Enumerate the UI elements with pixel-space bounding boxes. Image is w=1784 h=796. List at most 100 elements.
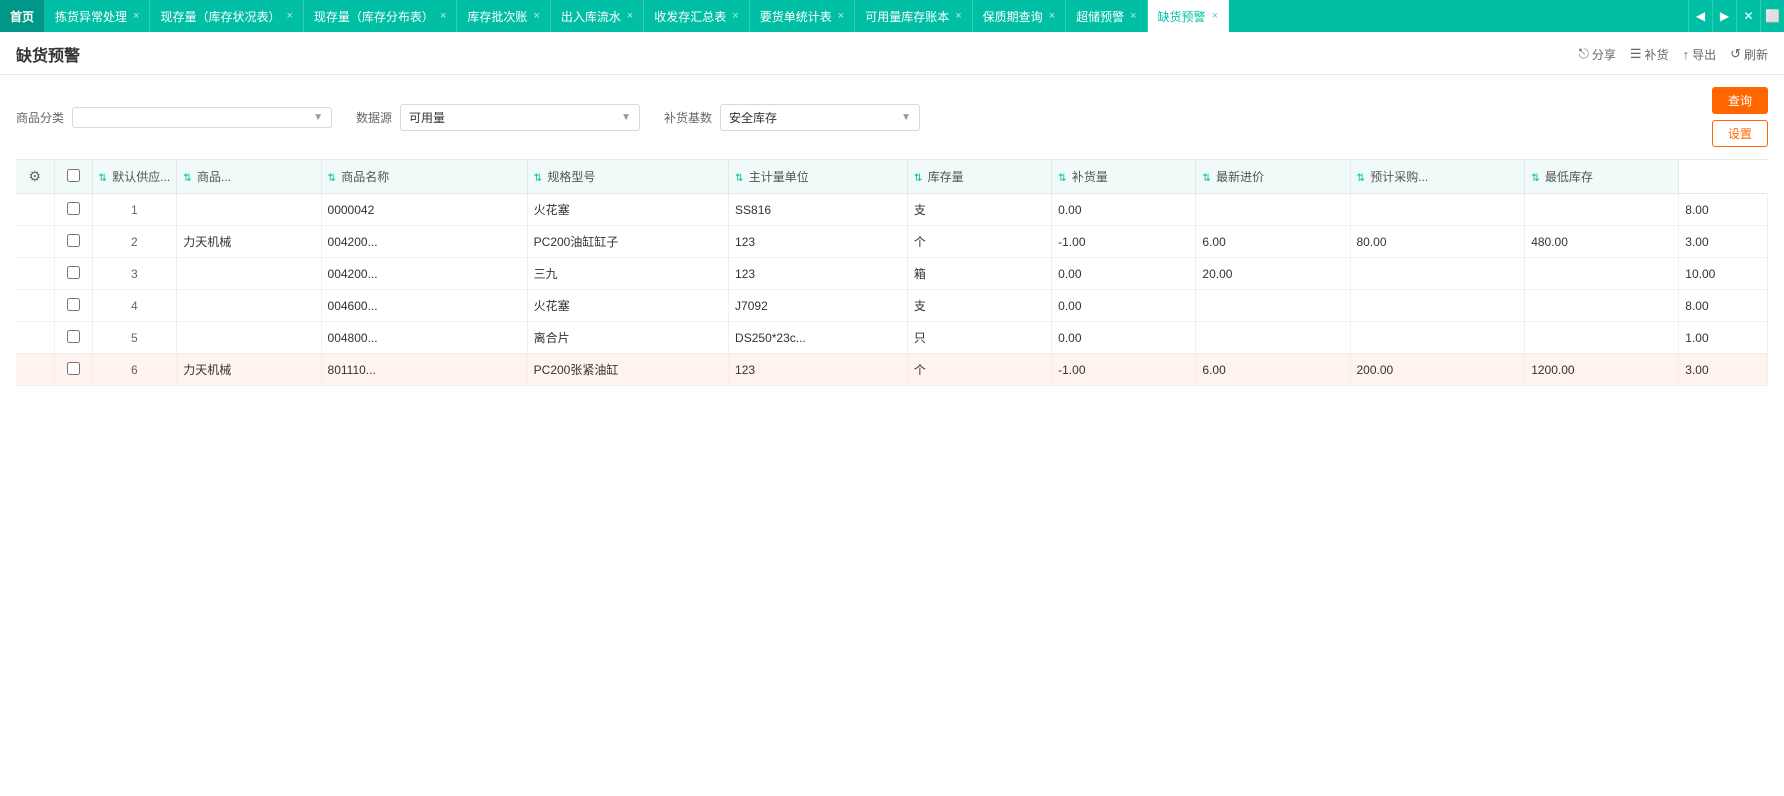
- tab-order-stat[interactable]: 要货单统计表 ×: [750, 0, 855, 32]
- close-icon[interactable]: ×: [533, 10, 539, 22]
- row-checkbox-cell[interactable]: [54, 258, 92, 290]
- replenish-label: 补货: [1645, 46, 1669, 63]
- select-all-checkbox[interactable]: [67, 169, 80, 182]
- close-icon[interactable]: ×: [133, 10, 139, 22]
- col-product-code[interactable]: ⇅ 商品...: [177, 160, 321, 194]
- close-icon[interactable]: ×: [1049, 10, 1055, 22]
- tab-recv-summary[interactable]: 收发存汇总表 ×: [644, 0, 749, 32]
- row-replenish-qty: [1196, 290, 1350, 322]
- gear-column-header[interactable]: ⚙: [16, 160, 54, 194]
- tab-expiry-query[interactable]: 保质期查询 ×: [973, 0, 1066, 32]
- tab-home[interactable]: 首页: [0, 0, 45, 32]
- tab-stock-dist[interactable]: 现存量（库存分布表） ×: [304, 0, 457, 32]
- export-label: 导出: [1692, 46, 1716, 63]
- row-default-supplier: 力天机械: [177, 226, 321, 258]
- col-unit[interactable]: ⇅ 主计量单位: [729, 160, 908, 194]
- row-checkbox-cell[interactable]: [54, 226, 92, 258]
- row-checkbox[interactable]: [67, 266, 80, 279]
- row-product-name: 火花塞: [527, 194, 728, 226]
- page-header: 缺货预警 ⎋ 分享 ☰ 补货 ↑ 导出 ↺ 刷新: [0, 32, 1784, 75]
- col-label: 库存量: [928, 170, 964, 184]
- replenish-button[interactable]: ☰ 补货: [1630, 46, 1669, 63]
- col-label: 规格型号: [547, 170, 595, 184]
- row-gear-cell: [16, 322, 54, 354]
- row-stock-qty: -1.00: [1052, 354, 1196, 386]
- row-checkbox-cell[interactable]: [54, 354, 92, 386]
- close-icon[interactable]: ×: [955, 10, 961, 22]
- datasource-select-value: 可用量: [409, 109, 445, 126]
- category-filter-group: 商品分类 ▼: [16, 107, 332, 128]
- row-spec: 123: [729, 226, 908, 258]
- tab-next-button[interactable]: ▶: [1712, 0, 1736, 32]
- table-row: 6 力天机械 801110... PC200张紧油缸 123 个 -1.00 6…: [16, 354, 1768, 386]
- col-min-stock[interactable]: ⇅ 最低库存: [1525, 160, 1679, 194]
- row-latest-price: [1350, 194, 1525, 226]
- row-checkbox[interactable]: [67, 234, 80, 247]
- tab-label: 拣货异常处理: [55, 8, 127, 25]
- tab-shortage[interactable]: 缺货预警 ×: [1148, 0, 1229, 32]
- row-est-purchase: [1525, 258, 1679, 290]
- close-icon[interactable]: ×: [627, 10, 633, 22]
- row-product-code: 0000042: [321, 194, 527, 226]
- close-icon[interactable]: ×: [286, 10, 292, 22]
- tab-overstock[interactable]: 超储预警 ×: [1066, 0, 1147, 32]
- row-number: 2: [92, 226, 177, 258]
- col-stock-qty[interactable]: ⇅ 库存量: [907, 160, 1051, 194]
- col-est-purchase[interactable]: ⇅ 预计采购...: [1350, 160, 1525, 194]
- tab-stock-status[interactable]: 现存量（库存状况表） ×: [150, 0, 303, 32]
- category-select[interactable]: ▼: [72, 107, 332, 128]
- tab-bar: 首页 拣货异常处理 × 现存量（库存状况表） × 现存量（库存分布表） × 库存…: [0, 0, 1784, 32]
- datasource-select[interactable]: 可用量 ▼: [400, 104, 640, 131]
- row-checkbox[interactable]: [67, 298, 80, 311]
- close-icon[interactable]: ×: [440, 10, 446, 22]
- tab-label: 库存批次账: [467, 8, 527, 25]
- col-spec[interactable]: ⇅ 规格型号: [527, 160, 728, 194]
- replenish-basis-select[interactable]: 安全库存 ▼: [720, 104, 920, 131]
- tab-label: 现存量（库存分布表）: [314, 8, 434, 25]
- settings-button[interactable]: 设置: [1712, 120, 1768, 147]
- sort-icon: ⇅: [534, 173, 542, 184]
- sort-icon: ⇅: [914, 173, 922, 184]
- col-product-name[interactable]: ⇅ 商品名称: [321, 160, 527, 194]
- row-latest-price: 80.00: [1350, 226, 1525, 258]
- table-row: 2 力天机械 004200... PC200油缸缸子 123 个 -1.00 6…: [16, 226, 1768, 258]
- col-label: 默认供应...: [112, 170, 170, 184]
- tab-avail-ledger[interactable]: 可用量库存账本 ×: [855, 0, 972, 32]
- tab-prev-button[interactable]: ◀: [1688, 0, 1712, 32]
- close-icon[interactable]: ×: [838, 10, 844, 22]
- row-checkbox[interactable]: [67, 362, 80, 375]
- sort-icon: ⇅: [328, 173, 336, 184]
- row-checkbox-cell[interactable]: [54, 322, 92, 354]
- row-est-purchase: 480.00: [1525, 226, 1679, 258]
- close-icon[interactable]: ×: [1130, 10, 1136, 22]
- tab-label: 现存量（库存状况表）: [160, 8, 280, 25]
- row-checkbox-cell[interactable]: [54, 290, 92, 322]
- row-replenish-qty: 6.00: [1196, 226, 1350, 258]
- refresh-button[interactable]: ↺ 刷新: [1730, 46, 1768, 63]
- col-replenish-qty[interactable]: ⇅ 补货量: [1052, 160, 1196, 194]
- tab-maximize-button[interactable]: ⬜: [1760, 0, 1784, 32]
- export-button[interactable]: ↑ 导出: [1683, 46, 1717, 63]
- row-checkbox[interactable]: [67, 202, 80, 215]
- tab-batch-account[interactable]: 库存批次账 ×: [457, 0, 550, 32]
- row-checkbox-cell[interactable]: [54, 194, 92, 226]
- row-number: 1: [92, 194, 177, 226]
- col-default-supplier[interactable]: ⇅ 默认供应...: [92, 160, 177, 194]
- row-replenish-qty: 20.00: [1196, 258, 1350, 290]
- tab-defect-handle[interactable]: 拣货异常处理 ×: [45, 0, 150, 32]
- row-checkbox[interactable]: [67, 330, 80, 343]
- row-unit: 箱: [907, 258, 1051, 290]
- share-button[interactable]: ⎋ 分享: [1579, 46, 1616, 63]
- close-icon[interactable]: ×: [732, 10, 738, 22]
- row-product-name: 火花塞: [527, 290, 728, 322]
- col-latest-price[interactable]: ⇅ 最新进价: [1196, 160, 1350, 194]
- col-label: 商品名称: [341, 170, 389, 184]
- tab-close-all-button[interactable]: ✕: [1736, 0, 1760, 32]
- tab-in-out-flow[interactable]: 出入库流水 ×: [551, 0, 644, 32]
- close-icon[interactable]: ×: [1212, 10, 1218, 22]
- row-spec: J7092: [729, 290, 908, 322]
- query-button[interactable]: 查询: [1712, 87, 1768, 114]
- row-number: 6: [92, 354, 177, 386]
- row-gear-cell: [16, 354, 54, 386]
- page-title: 缺货预警: [16, 42, 80, 66]
